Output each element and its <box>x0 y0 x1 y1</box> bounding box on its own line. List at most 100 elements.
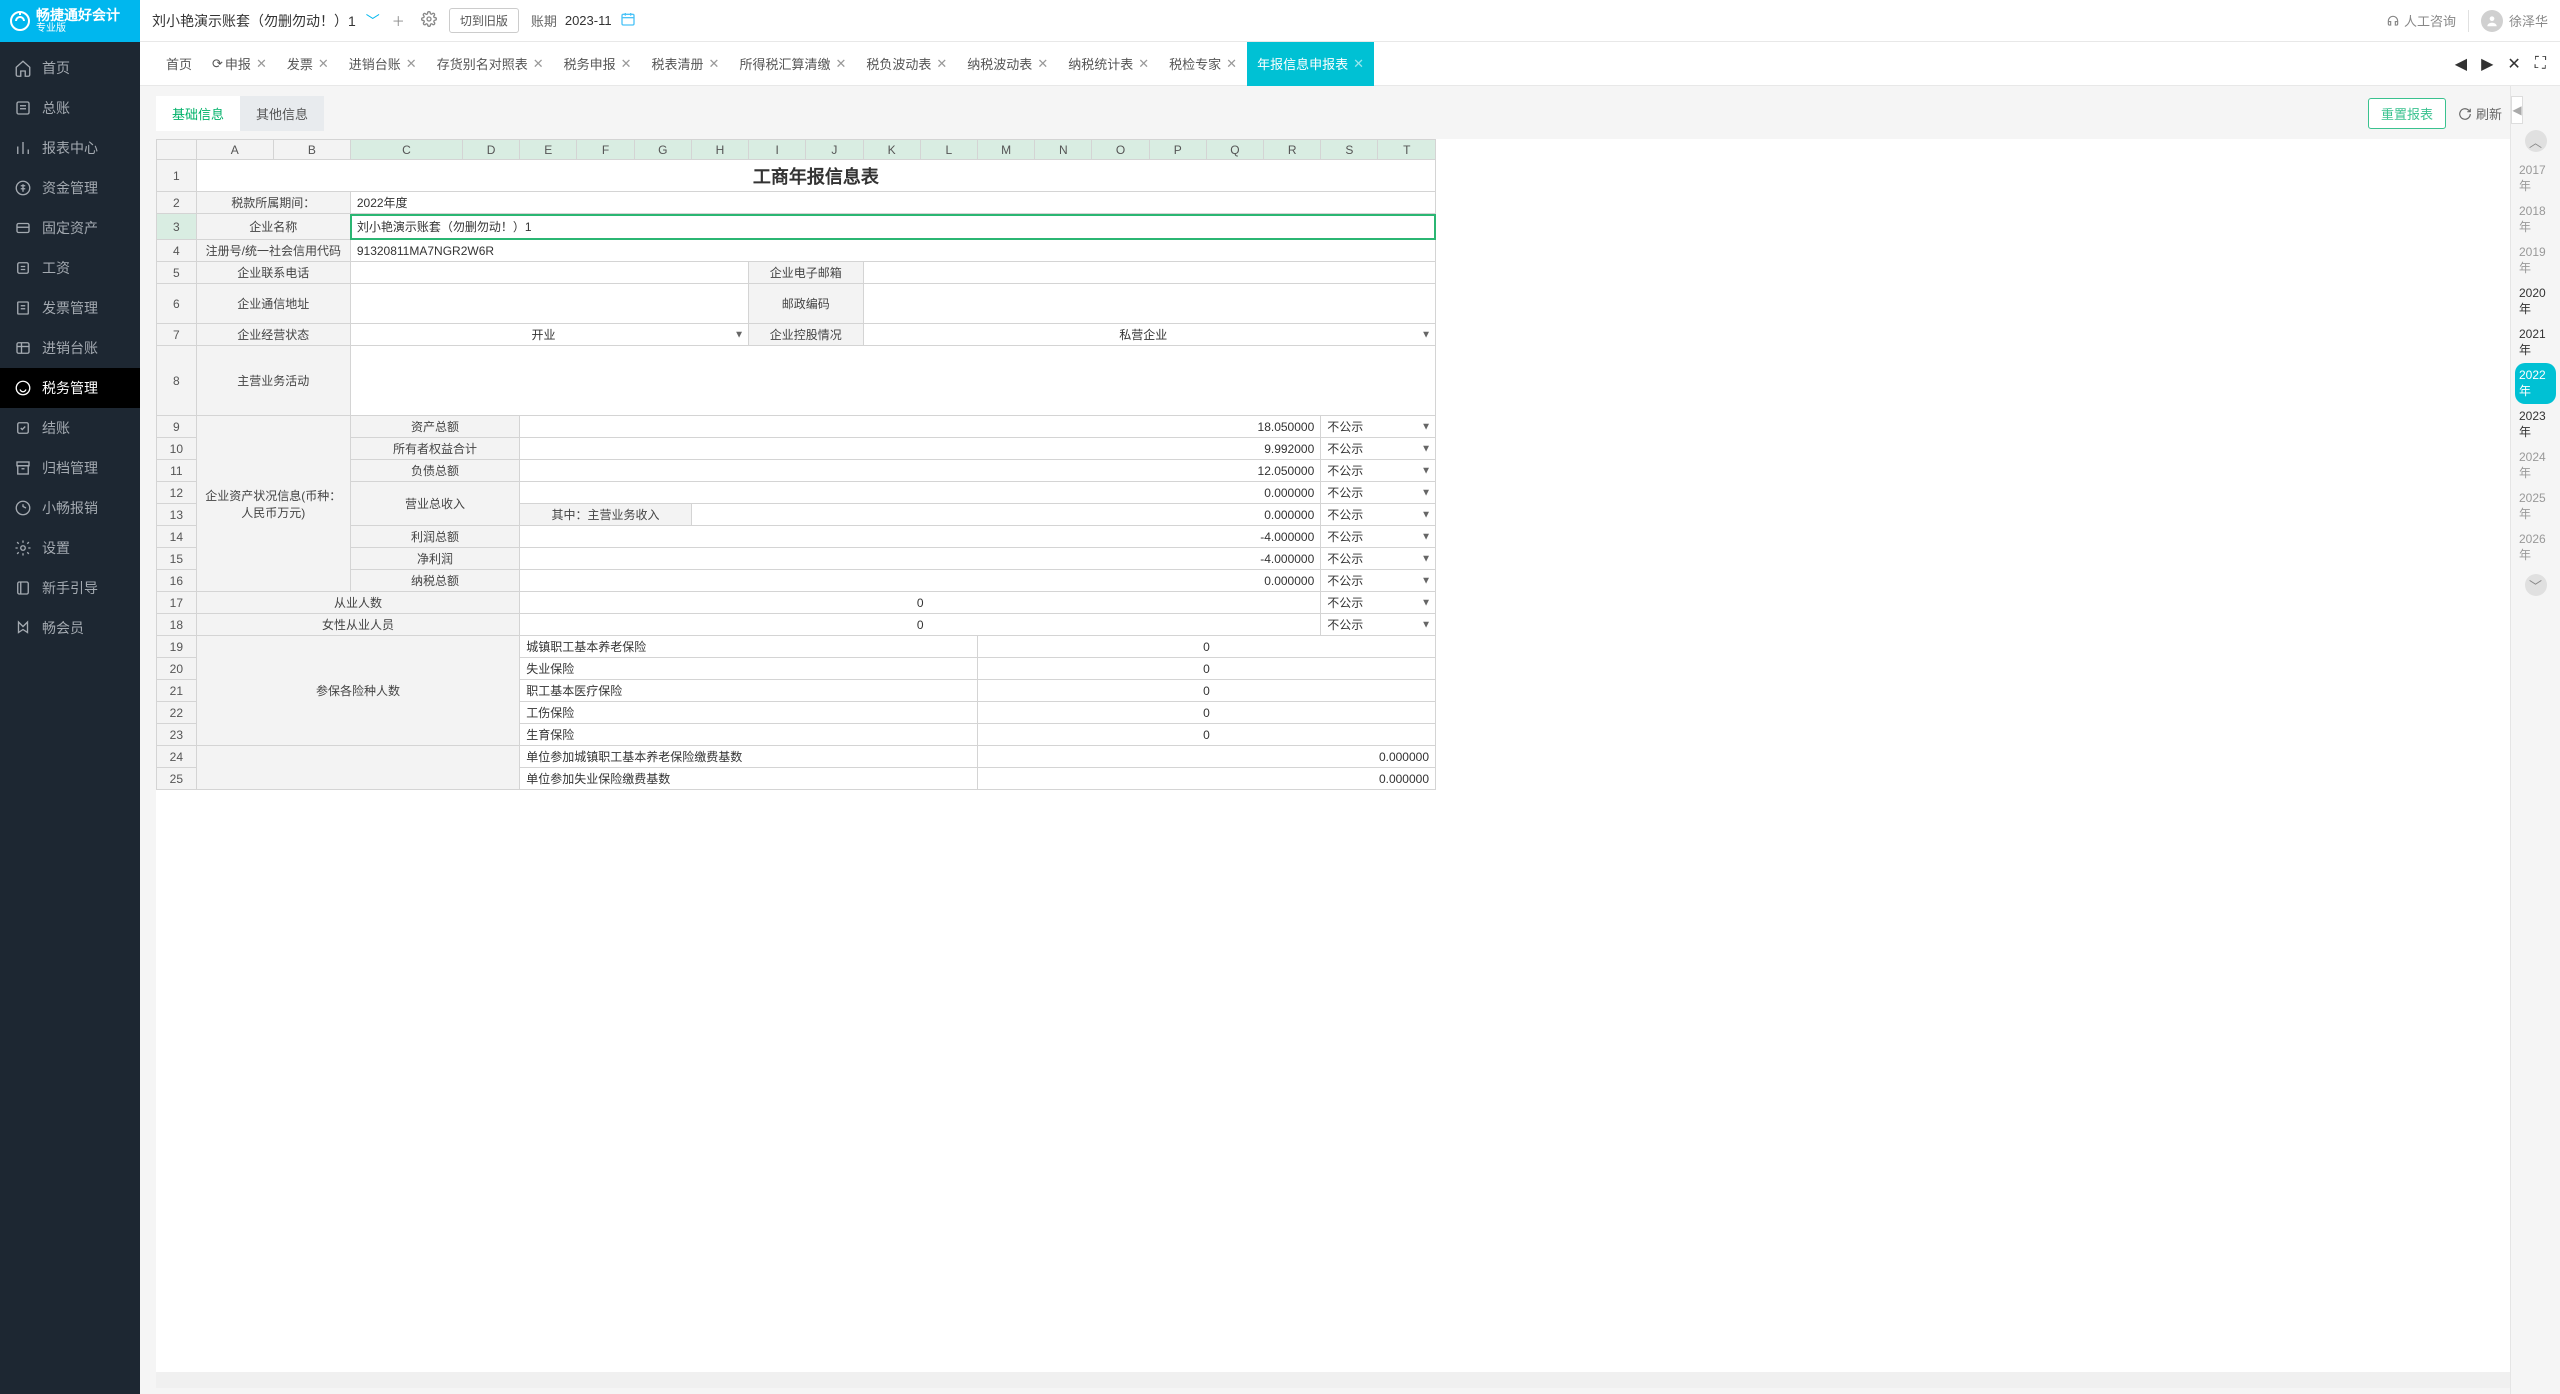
cell[interactable]: 0.000000 <box>520 482 1321 504</box>
row-header[interactable]: 13 <box>157 504 197 526</box>
subtab-other[interactable]: 其他信息 <box>240 96 324 131</box>
cell[interactable]: 注册号/统一社会信用代码 <box>196 240 350 262</box>
row-header[interactable]: 3 <box>157 214 197 240</box>
cell[interactable]: 职工基本医疗保险 <box>520 680 978 702</box>
consult-link[interactable]: 人工咨询 <box>2386 11 2456 30</box>
cell[interactable]: 0 <box>977 724 1435 746</box>
row-header[interactable]: 16 <box>157 570 197 592</box>
reset-report-button[interactable]: 重置报表 <box>2368 98 2446 129</box>
tab-close-icon[interactable]: ✕ <box>1138 56 1149 72</box>
cell[interactable]: 企业控股情况 <box>749 324 863 346</box>
year-down-icon[interactable]: ﹀ <box>2525 574 2547 596</box>
row-header[interactable]: 7 <box>157 324 197 346</box>
cell[interactable]: 企业经营状态 <box>196 324 350 346</box>
tab-close-icon[interactable]: ✕ <box>1353 56 1364 72</box>
switch-old-button[interactable]: 切到旧版 <box>449 8 519 33</box>
col-header[interactable]: H <box>691 140 748 160</box>
cell[interactable]: 18.050000 <box>520 416 1321 438</box>
col-header[interactable]: M <box>977 140 1034 160</box>
cell[interactable]: 失业保险 <box>520 658 978 680</box>
col-header[interactable]: S <box>1321 140 1378 160</box>
subtab-basic[interactable]: 基础信息 <box>156 96 240 131</box>
col-header[interactable]: O <box>1092 140 1149 160</box>
cell[interactable]: 利润总额 <box>350 526 519 548</box>
dropdown-cell[interactable]: 私营企业▼ <box>863 324 1435 346</box>
tab-close-icon[interactable]: ✕ <box>621 56 632 72</box>
row-header[interactable]: 9 <box>157 416 197 438</box>
sidebar-item-home[interactable]: 首页 <box>0 48 140 88</box>
dropdown-cell[interactable]: 不公示▼ <box>1321 416 1436 438</box>
tab[interactable]: 年报信息申报表✕ <box>1247 42 1374 86</box>
col-header[interactable]: A <box>196 140 273 160</box>
dropdown-cell[interactable]: 不公示▼ <box>1321 570 1436 592</box>
cell[interactable]: 生育保险 <box>520 724 978 746</box>
row-header[interactable]: 24 <box>157 746 197 768</box>
cell[interactable]: 企业资产状况信息(币种：人民币万元) <box>196 416 350 592</box>
col-header[interactable]: R <box>1264 140 1321 160</box>
cell[interactable]: 主营业务活动 <box>196 346 350 416</box>
row-header[interactable]: 18 <box>157 614 197 636</box>
sidebar-item-member[interactable]: 畅会员 <box>0 608 140 648</box>
cell[interactable]: 女性从业人员 <box>196 614 520 636</box>
tab-close-icon[interactable]: ✕ <box>835 56 846 72</box>
sheet-corner[interactable] <box>157 140 197 160</box>
row-header[interactable]: 1 <box>157 160 197 192</box>
cell[interactable]: 所有者权益合计 <box>350 438 519 460</box>
col-header[interactable]: T <box>1378 140 1436 160</box>
tab[interactable]: 首页 <box>156 42 202 86</box>
tabs-close-icon[interactable]: ✕ <box>2501 50 2526 78</box>
dropdown-cell[interactable]: 不公示▼ <box>1321 526 1436 548</box>
cell[interactable] <box>196 746 520 790</box>
cell[interactable]: 城镇职工基本养老保险 <box>520 636 978 658</box>
dropdown-cell[interactable]: 不公示▼ <box>1321 548 1436 570</box>
col-header[interactable]: L <box>920 140 977 160</box>
tab-close-icon[interactable]: ✕ <box>256 56 267 72</box>
tab[interactable]: 纳税波动表✕ <box>957 42 1058 86</box>
cell[interactable]: 单位参加城镇职工基本养老保险缴费基数 <box>520 746 978 768</box>
cell[interactable] <box>863 262 1435 284</box>
tab[interactable]: 发票✕ <box>277 42 339 86</box>
tab[interactable]: 纳税统计表✕ <box>1058 42 1159 86</box>
cell[interactable]: 0 <box>977 702 1435 724</box>
tab-close-icon[interactable]: ✕ <box>533 56 544 72</box>
cell[interactable]: 参保各险种人数 <box>196 636 520 746</box>
cell[interactable]: 企业联系电话 <box>196 262 350 284</box>
cell[interactable]: 2022年度 <box>350 192 1435 214</box>
col-header[interactable]: I <box>749 140 806 160</box>
tab[interactable]: 进销台账✕ <box>339 42 427 86</box>
tab[interactable]: 税负波动表✕ <box>856 42 957 86</box>
cell[interactable]: 0 <box>520 614 1321 636</box>
row-header[interactable]: 15 <box>157 548 197 570</box>
account-selector[interactable]: 刘小艳演示账套（勿删勿动！）1 ﹀ <box>152 11 380 31</box>
col-header[interactable]: G <box>634 140 691 160</box>
user-menu[interactable]: 徐泽华 <box>2468 10 2548 32</box>
cell[interactable]: 0.000000 <box>977 746 1435 768</box>
row-header[interactable]: 12 <box>157 482 197 504</box>
cell[interactable] <box>350 346 1435 416</box>
cell[interactable]: 0 <box>977 658 1435 680</box>
tab-close-icon[interactable]: ✕ <box>709 56 720 72</box>
sidebar-item-reimburse[interactable]: 小畅报销 <box>0 488 140 528</box>
sidebar-item-tax[interactable]: 税务管理 <box>0 368 140 408</box>
cell[interactable]: 91320811MA7NGR2W6R <box>350 240 1435 262</box>
tabs-next-icon[interactable]: ▶ <box>2475 50 2499 78</box>
cell[interactable]: 纳税总额 <box>350 570 519 592</box>
tab-close-icon[interactable]: ✕ <box>1037 56 1048 72</box>
cell[interactable]: 12.050000 <box>520 460 1321 482</box>
sidebar-item-purchase-ledger[interactable]: 进销台账 <box>0 328 140 368</box>
dropdown-cell[interactable]: 不公示▼ <box>1321 504 1436 526</box>
sidebar-item-settings[interactable]: 设置 <box>0 528 140 568</box>
row-header[interactable]: 6 <box>157 284 197 324</box>
sidebar-item-close-period[interactable]: 结账 <box>0 408 140 448</box>
row-header[interactable]: 22 <box>157 702 197 724</box>
sidebar-item-guide[interactable]: 新手引导 <box>0 568 140 608</box>
tab-close-icon[interactable]: ✕ <box>406 56 417 72</box>
cell[interactable]: 净利润 <box>350 548 519 570</box>
year-item[interactable]: 2020年 <box>2515 281 2556 322</box>
spreadsheet[interactable]: ABCDEFGHIJKLMNOPQRST1工商年报信息表2税款所属期间：2022… <box>156 139 2510 1388</box>
col-header[interactable]: E <box>520 140 577 160</box>
sidebar-item-ledger[interactable]: 总账 <box>0 88 140 128</box>
row-header[interactable]: 10 <box>157 438 197 460</box>
tab-close-icon[interactable]: ✕ <box>1226 56 1237 72</box>
row-header[interactable]: 11 <box>157 460 197 482</box>
